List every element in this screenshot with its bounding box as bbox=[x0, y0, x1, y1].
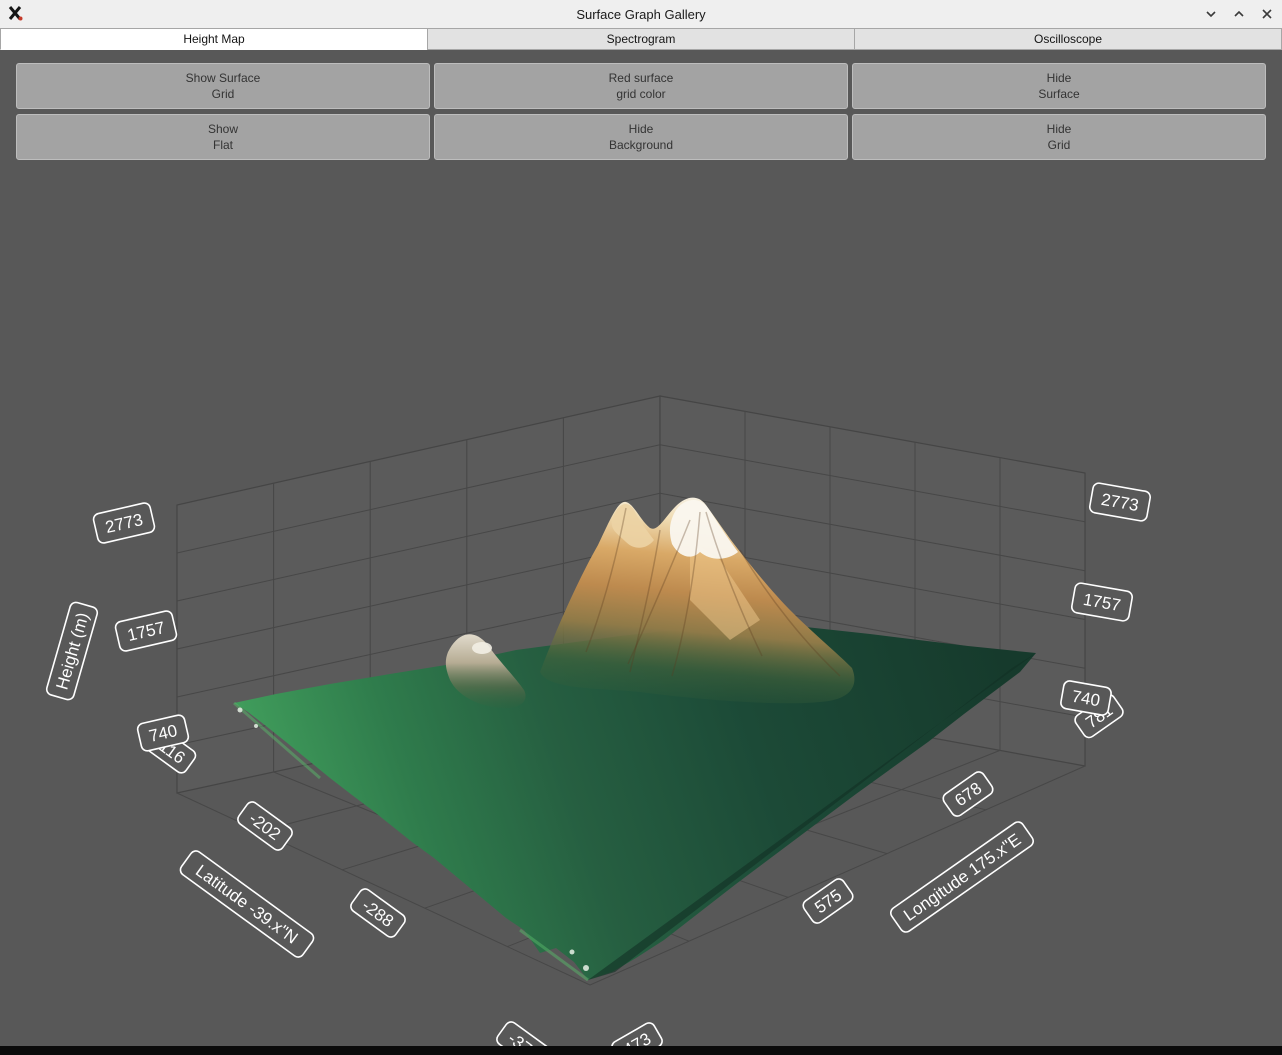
red-surface-grid-color-button[interactable]: Red surface grid color bbox=[434, 63, 848, 109]
latitude-axis-tick-label: -288 bbox=[349, 887, 408, 940]
window-controls bbox=[1202, 0, 1276, 28]
tab-bar: Height Map Spectrogram Oscilloscope bbox=[0, 28, 1282, 50]
longitude-axis-title: Longitude 175.x"E bbox=[888, 820, 1035, 935]
hide-surface-button[interactable]: Hide Surface bbox=[852, 63, 1266, 109]
bottom-edge-bar bbox=[0, 1046, 1282, 1055]
height-axis-tick-label: 1757 bbox=[114, 610, 177, 652]
tab-spectrogram[interactable]: Spectrogram bbox=[427, 28, 855, 50]
button-label-line1: Hide bbox=[1047, 70, 1072, 86]
latitude-axis-title: Latitude -39.x"N bbox=[178, 849, 316, 960]
show-surface-grid-button[interactable]: Show Surface Grid bbox=[16, 63, 430, 109]
button-label-line1: Hide bbox=[629, 121, 654, 137]
height-axis-tick-label: 2773 bbox=[92, 502, 155, 544]
close-icon bbox=[1260, 7, 1274, 21]
svg-text:Latitude -39.x"N: Latitude -39.x"N bbox=[192, 861, 301, 948]
tab-height-map[interactable]: Height Map bbox=[0, 28, 428, 50]
tab-oscilloscope[interactable]: Oscilloscope bbox=[854, 28, 1282, 50]
height-axis-tick-label: 2773 bbox=[1089, 482, 1151, 522]
show-flat-button[interactable]: Show Flat bbox=[16, 114, 430, 160]
maximize-button[interactable] bbox=[1230, 5, 1248, 23]
button-label-line2: grid color bbox=[616, 86, 665, 102]
hide-background-button[interactable]: Hide Background bbox=[434, 114, 848, 160]
longitude-axis-tick-label: 678 bbox=[941, 770, 995, 819]
chevron-up-icon bbox=[1232, 7, 1246, 21]
titlebar: Surface Graph Gallery bbox=[0, 0, 1282, 29]
surface-plot[interactable]: Height (m) 2773 1757 -116 bbox=[0, 50, 1282, 1055]
button-label-line1: Hide bbox=[1047, 121, 1072, 137]
button-label-line1: Show bbox=[208, 121, 238, 137]
control-button-grid: Show Surface Grid Red surface grid color… bbox=[16, 63, 1266, 160]
button-label-line2: Grid bbox=[1048, 137, 1071, 153]
shade-button[interactable] bbox=[1202, 5, 1220, 23]
longitude-axis-tick-label: 575 bbox=[801, 877, 855, 926]
height-axis-title: Height (m) bbox=[45, 601, 98, 701]
svg-text:Longitude 175.x"E: Longitude 175.x"E bbox=[900, 830, 1024, 925]
hide-grid-button[interactable]: Hide Grid bbox=[852, 114, 1266, 160]
button-label-line2: Flat bbox=[213, 137, 233, 153]
button-label-line2: Grid bbox=[212, 86, 235, 102]
button-label-line2: Surface bbox=[1038, 86, 1079, 102]
close-button[interactable] bbox=[1258, 5, 1276, 23]
window-title: Surface Graph Gallery bbox=[0, 7, 1282, 22]
latitude-axis-tick-label: -202 bbox=[236, 800, 295, 853]
button-label-line1: Show Surface bbox=[186, 70, 261, 86]
button-label-line2: Background bbox=[609, 137, 673, 153]
plot-area: Height (m) 2773 1757 -116 bbox=[0, 50, 1282, 1055]
chevron-down-icon bbox=[1204, 7, 1218, 21]
button-label-line1: Red surface bbox=[609, 70, 674, 86]
